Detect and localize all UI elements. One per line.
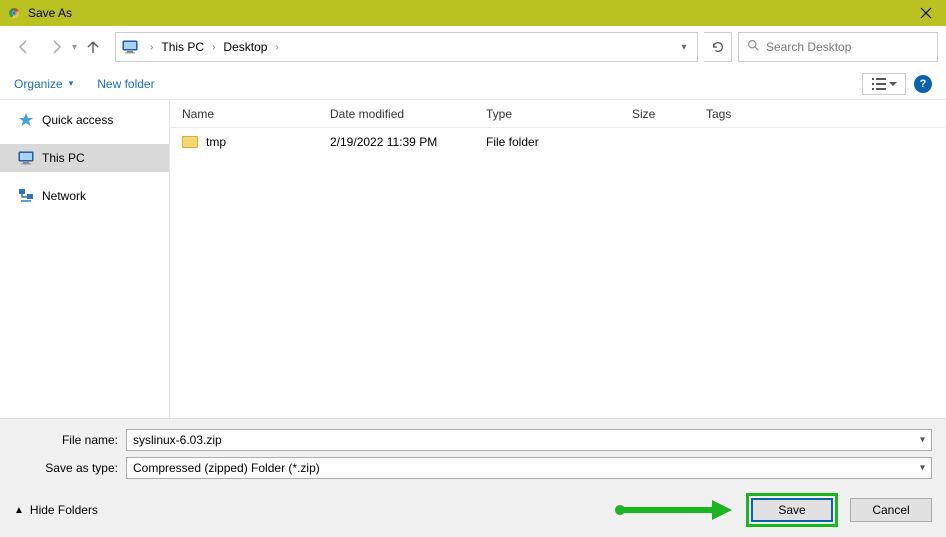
address-bar[interactable]: › This PC › Desktop › ▾ bbox=[115, 32, 698, 62]
new-folder-button[interactable]: New folder bbox=[97, 77, 154, 91]
hide-folders-button[interactable]: ▲ Hide Folders bbox=[14, 503, 98, 517]
titlebar: Save As bbox=[0, 0, 946, 26]
annotation-arrow bbox=[612, 500, 732, 520]
chevron-down-icon[interactable]: ▾ bbox=[920, 463, 925, 474]
file-date: 2/19/2022 11:39 PM bbox=[318, 135, 474, 149]
bottom-panel: File name: syslinux-6.03.zip ▾ Save as t… bbox=[0, 418, 946, 537]
sidebar-item-network[interactable]: Network bbox=[0, 182, 169, 210]
chevron-down-icon[interactable]: ▾ bbox=[920, 435, 925, 446]
cancel-button[interactable]: Cancel bbox=[850, 498, 932, 522]
sidebar-item-thispc[interactable]: This PC bbox=[0, 144, 169, 172]
chevron-right-icon[interactable]: › bbox=[144, 42, 159, 53]
saveastype-select[interactable]: Compressed (zipped) Folder (*.zip) ▾ bbox=[126, 457, 932, 479]
nav-back-button[interactable] bbox=[12, 35, 36, 59]
search-input[interactable]: Search Desktop bbox=[738, 32, 938, 62]
sidebar-label: This PC bbox=[42, 151, 85, 165]
search-placeholder: Search Desktop bbox=[766, 40, 851, 54]
network-icon bbox=[18, 189, 36, 203]
thispc-icon bbox=[18, 151, 36, 165]
file-type: File folder bbox=[474, 135, 620, 149]
close-icon bbox=[920, 7, 932, 19]
col-type[interactable]: Type bbox=[474, 107, 620, 121]
save-button[interactable]: Save bbox=[751, 498, 833, 522]
saveastype-label: Save as type: bbox=[14, 461, 126, 475]
saveastype-value: Compressed (zipped) Folder (*.zip) bbox=[133, 461, 320, 475]
sidebar: Quick access This PC Network bbox=[0, 100, 170, 418]
save-button-highlight: Save bbox=[746, 493, 838, 527]
cancel-button-label: Cancel bbox=[872, 503, 909, 517]
col-name[interactable]: Name bbox=[170, 107, 318, 121]
view-button[interactable] bbox=[862, 73, 906, 95]
organize-dropdown-icon[interactable]: ▾ bbox=[69, 78, 74, 89]
refresh-button[interactable] bbox=[704, 32, 732, 62]
col-date[interactable]: Date modified bbox=[318, 107, 474, 121]
filename-value: syslinux-6.03.zip bbox=[133, 433, 222, 447]
folder-icon bbox=[182, 136, 198, 148]
thispc-icon bbox=[122, 40, 140, 54]
view-icon bbox=[872, 78, 886, 90]
toolbar: Organize ▾ New folder ? bbox=[0, 68, 946, 100]
window-title: Save As bbox=[28, 6, 72, 20]
file-row[interactable]: tmp 2/19/2022 11:39 PM File folder bbox=[170, 128, 946, 156]
filename-label: File name: bbox=[14, 433, 126, 447]
hide-folders-label: Hide Folders bbox=[30, 503, 98, 517]
file-list: Name Date modified Type Size Tags tmp 2/… bbox=[170, 100, 946, 418]
filename-input[interactable]: syslinux-6.03.zip ▾ bbox=[126, 429, 932, 451]
help-button[interactable]: ? bbox=[914, 75, 932, 93]
nav-recent-dropdown[interactable]: ▾ bbox=[72, 42, 77, 53]
search-icon bbox=[747, 39, 760, 55]
breadcrumb-desktop[interactable]: Desktop bbox=[221, 40, 269, 54]
chevron-up-icon: ▲ bbox=[14, 505, 24, 516]
save-button-label: Save bbox=[778, 503, 805, 517]
col-tags[interactable]: Tags bbox=[694, 107, 774, 121]
breadcrumb-thispc[interactable]: This PC bbox=[159, 40, 206, 54]
chevron-right-icon[interactable]: › bbox=[269, 42, 284, 53]
file-name: tmp bbox=[206, 135, 226, 149]
nav-forward-button[interactable] bbox=[44, 35, 68, 59]
organize-button[interactable]: Organize bbox=[14, 77, 63, 91]
sidebar-label: Quick access bbox=[42, 113, 113, 127]
close-button[interactable] bbox=[912, 0, 940, 26]
app-icon bbox=[6, 5, 22, 21]
column-headers: Name Date modified Type Size Tags bbox=[170, 100, 946, 128]
address-dropdown[interactable]: ▾ bbox=[675, 42, 693, 53]
main-area: Quick access This PC Network Name Date m… bbox=[0, 100, 946, 418]
navbar: ▾ › This PC › Desktop › ▾ Search Desktop bbox=[0, 26, 946, 68]
refresh-icon bbox=[711, 40, 725, 54]
col-size[interactable]: Size bbox=[620, 107, 694, 121]
nav-up-button[interactable] bbox=[81, 35, 105, 59]
chevron-right-icon[interactable]: › bbox=[206, 42, 221, 53]
star-icon bbox=[18, 112, 36, 128]
sidebar-item-quick-access[interactable]: Quick access bbox=[0, 106, 169, 134]
sidebar-label: Network bbox=[42, 189, 86, 203]
